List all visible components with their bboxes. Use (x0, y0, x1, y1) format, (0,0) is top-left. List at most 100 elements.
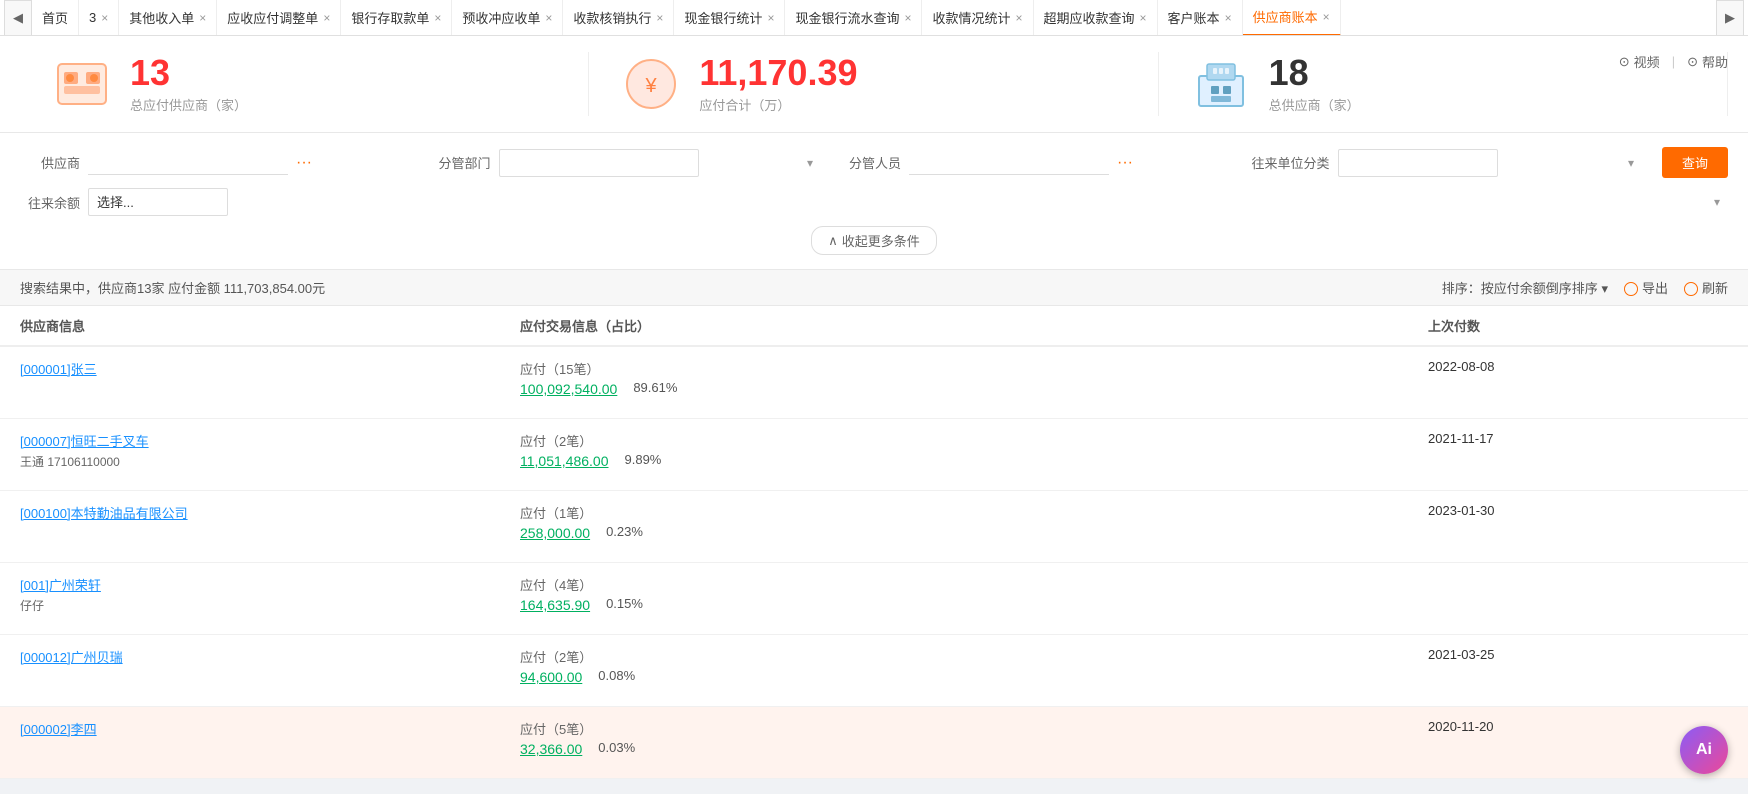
nav-customer-book-close[interactable]: × (1225, 11, 1232, 25)
last-pay-cell-4: 2021-03-25 (1428, 647, 1728, 662)
stat-label-amount: 应付合计（万） (699, 95, 857, 114)
filter-supplier: 供应商 ··· (20, 151, 411, 175)
filter-category: 往来单位分类 (1252, 149, 1643, 177)
refresh-circle-icon (1684, 282, 1698, 296)
supplier-link-4[interactable]: [000012]广州贝瑞 (20, 650, 123, 665)
dept-select-wrap (499, 149, 822, 177)
tx-amount-1[interactable]: 11,051,486.00 (520, 453, 609, 469)
supplier-cell-5: [000002]李四 (20, 719, 520, 738)
tx-amount-3[interactable]: 164,635.90 (520, 597, 590, 613)
nav-cash-flow-query-close[interactable]: × (904, 11, 911, 25)
dept-select[interactable] (499, 149, 699, 177)
nav-ar-ap-adjust-close[interactable]: × (323, 11, 330, 25)
refresh-button[interactable]: 刷新 (1684, 278, 1728, 297)
nav-ar-ap-adjust[interactable]: 应收应付调整单 × (217, 0, 341, 36)
table-container: 供应商信息 应付交易信息（占比） 上次付数 [000001]张三 应付（15笔）… (0, 306, 1748, 779)
nav-cash-bank-stat[interactable]: 现金银行统计 × (674, 0, 785, 36)
stat-number-total: 18 (1269, 55, 1360, 91)
tx-cell-0: 应付（15笔） 100,092,540.00 89.61% (520, 359, 1428, 397)
nav-bank-deposit[interactable]: 银行存取款单 × (341, 0, 452, 36)
ai-button[interactable]: Ai (1680, 726, 1728, 774)
tx-percent-3: 0.15% (606, 596, 643, 611)
supplier-sub-1: 王通 17106110000 (20, 453, 520, 470)
refresh-label: 刷新 (1702, 278, 1728, 297)
nav-supplier-book[interactable]: 供应商账本 × (1243, 0, 1341, 36)
table-row: [000100]本特勤油品有限公司 应付（1笔） 258,000.00 0.23… (0, 491, 1748, 563)
collapse-button[interactable]: ∧ 收起更多条件 (811, 226, 937, 255)
supplier-link-3[interactable]: [001]广州荣轩 (20, 578, 101, 593)
result-summary: 搜索结果中，供应商13家 应付金额 111,703,854.00元 (20, 278, 325, 297)
nav-customer-book-label: 客户账本 (1168, 8, 1220, 27)
nav-overdue-query[interactable]: 超期应收款查询 × (1034, 0, 1158, 36)
col-tx-info: 应付交易信息（占比） (520, 316, 1428, 335)
nav-other-income-close[interactable]: × (199, 11, 206, 25)
tx-amount-4[interactable]: 94,600.00 (520, 669, 582, 685)
nav-tab3[interactable]: 3 × (79, 0, 119, 36)
balance-select-wrap: 选择... (88, 188, 1728, 216)
divider: | (1672, 52, 1675, 71)
help-link[interactable]: ⊙ 帮助 (1687, 52, 1728, 71)
supplier-input[interactable] (88, 151, 288, 175)
tx-amount-2[interactable]: 258,000.00 (520, 525, 590, 541)
nav-arrow-left[interactable]: ◀ (4, 0, 32, 36)
nav-receipt-stat[interactable]: 收款情况统计 × (922, 0, 1033, 36)
filter-row-2: 往来余额 选择... (20, 188, 1728, 216)
supplier-link-1[interactable]: [000007]恒旺二手叉车 (20, 434, 149, 449)
query-button[interactable]: 查询 (1662, 147, 1728, 178)
last-pay-cell-5: 2020-11-20 (1428, 719, 1728, 734)
supplier-cell-3: [001]广州荣轩 仔仔 (20, 575, 520, 614)
dept-filter-label: 分管部门 (431, 153, 491, 172)
category-select[interactable] (1338, 149, 1498, 177)
tx-row-2: 258,000.00 0.23% (520, 522, 1428, 541)
nav-receipt-verify-close[interactable]: × (656, 11, 663, 25)
amount-icon: ¥ (619, 52, 683, 116)
sort-label: 排序：按应付余额倒序排序 ▾ (1442, 278, 1608, 297)
balance-select[interactable]: 选择... (88, 188, 228, 216)
nav-tab3-label: 3 (89, 10, 96, 25)
total-icon (1189, 52, 1253, 116)
supplier-link-2[interactable]: [000100]本特勤油品有限公司 (20, 506, 188, 521)
nav-other-income-label: 其他收入单 (129, 8, 194, 27)
table-row: [000002]李四 应付（5笔） 32,366.00 0.03% 2020-1… (0, 707, 1748, 779)
video-label: 视频 (1634, 52, 1660, 71)
nav-cash-flow-query[interactable]: 现金银行流水查询 × (785, 0, 922, 36)
filter-area: 供应商 ··· 分管部门 分管人员 ··· 往来单位分类 (0, 133, 1748, 270)
nav-receipt-verify-label: 收款核销执行 (573, 8, 651, 27)
export-button[interactable]: 导出 (1624, 278, 1668, 297)
supplier-dots[interactable]: ··· (296, 154, 312, 172)
nav-arrow-right[interactable]: ▶ (1716, 0, 1744, 36)
video-link[interactable]: ⊙ 视频 (1619, 52, 1660, 71)
nav-supplier-book-close[interactable]: × (1323, 10, 1330, 24)
tx-percent-5: 0.03% (598, 740, 635, 755)
nav-customer-book[interactable]: 客户账本 × (1158, 0, 1243, 36)
tx-amount-0[interactable]: 100,092,540.00 (520, 381, 617, 397)
nav-advance-receive-close[interactable]: × (545, 11, 552, 25)
nav-receipt-verify[interactable]: 收款核销执行 × (563, 0, 674, 36)
person-dots[interactable]: ··· (1117, 154, 1133, 172)
person-filter-label: 分管人员 (841, 153, 901, 172)
nav-bank-deposit-close[interactable]: × (434, 11, 441, 25)
nav-other-income[interactable]: 其他收入单 × (119, 0, 217, 36)
person-input[interactable] (909, 151, 1109, 175)
supplier-icon (50, 52, 114, 116)
tx-cell-4: 应付（2笔） 94,600.00 0.08% (520, 647, 1428, 685)
nav-home[interactable]: 首页 (32, 0, 79, 36)
supplier-link-0[interactable]: [000001]张三 (20, 362, 97, 377)
nav-receipt-stat-close[interactable]: × (1016, 11, 1023, 25)
nav-cash-bank-stat-close[interactable]: × (767, 11, 774, 25)
last-pay-4: 2021-03-25 (1428, 647, 1495, 662)
svg-text:¥: ¥ (645, 75, 658, 97)
nav-tab3-close[interactable]: × (101, 11, 108, 25)
table-row: [000001]张三 应付（15笔） 100,092,540.00 89.61%… (0, 347, 1748, 419)
stat-info-suppliers: 13 总应付供应商（家） (130, 55, 247, 114)
tx-row-4: 94,600.00 0.08% (520, 666, 1428, 685)
nav-advance-receive[interactable]: 预收冲应收单 × (452, 0, 563, 36)
nav-overdue-query-close[interactable]: × (1140, 11, 1147, 25)
result-bar: 搜索结果中，供应商13家 应付金额 111,703,854.00元 排序：按应付… (0, 270, 1748, 306)
sort-icon[interactable]: ▾ (1601, 281, 1608, 296)
nav-cash-flow-query-label: 现金银行流水查询 (795, 8, 899, 27)
tx-cell-5: 应付（5笔） 32,366.00 0.03% (520, 719, 1428, 757)
tx-cell-2: 应付（1笔） 258,000.00 0.23% (520, 503, 1428, 541)
supplier-link-5[interactable]: [000002]李四 (20, 722, 97, 737)
tx-amount-5[interactable]: 32,366.00 (520, 741, 582, 757)
